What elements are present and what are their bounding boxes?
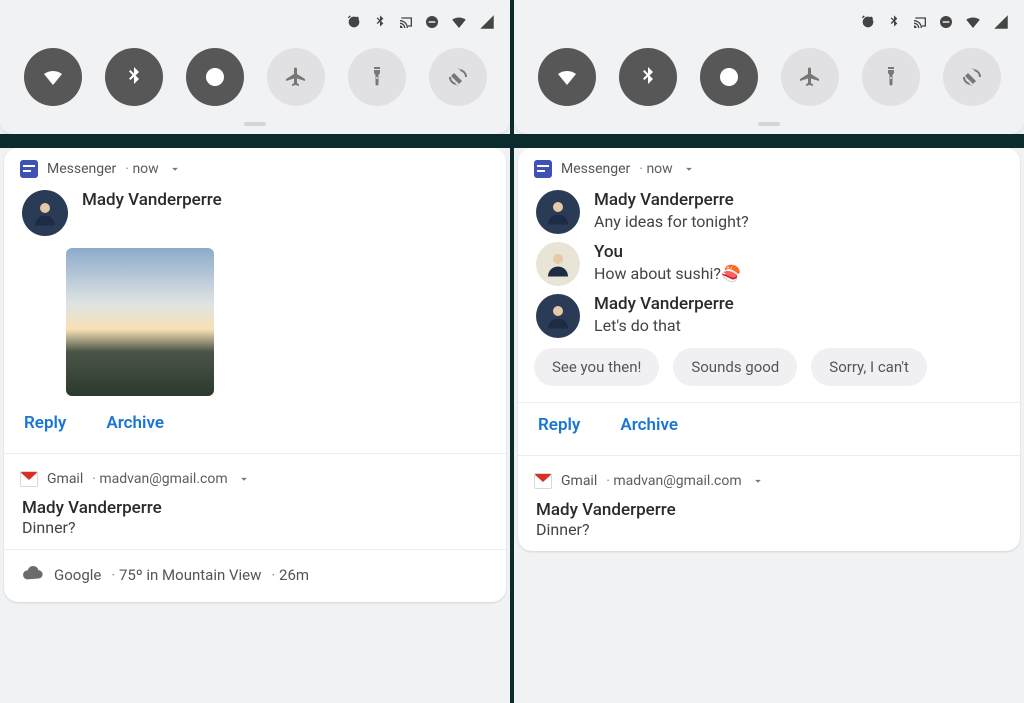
sender-name: You — [594, 242, 741, 262]
chevron-down-icon[interactable] — [751, 474, 765, 488]
quick-settings-tiles — [0, 42, 510, 120]
smart-reply-row: See you then! Sounds good Sorry, I can't — [518, 342, 1020, 396]
sender-name: Mady Vanderperre — [594, 294, 734, 314]
messenger-app-icon — [534, 160, 552, 178]
quick-settings-shade — [0, 0, 510, 134]
message-text: Any ideas for tonight? — [594, 212, 749, 231]
bluetooth-icon — [886, 14, 902, 34]
qs-flashlight-tile[interactable] — [348, 48, 406, 106]
qs-bluetooth-tile[interactable] — [619, 48, 677, 106]
email-sender: Mady Vanderperre — [518, 498, 1020, 520]
app-name: Google — [54, 566, 101, 584]
reply-button[interactable]: Reply — [538, 415, 580, 435]
qs-dnd-tile[interactable] — [186, 48, 244, 106]
notification-header[interactable]: Messenger now — [4, 148, 506, 186]
archive-button[interactable]: Archive — [620, 415, 678, 435]
messenger-notification[interactable]: Messenger now Mady Vanderperre Reply Arc… — [4, 148, 506, 602]
message-row: Mady Vanderperre — [4, 186, 506, 240]
archive-button[interactable]: Archive — [106, 413, 164, 433]
left-pane: Messenger now Mady Vanderperre Reply Arc… — [0, 0, 510, 703]
cellular-icon — [992, 13, 1010, 35]
quick-settings-shade — [514, 0, 1024, 134]
qs-airplane-tile[interactable] — [267, 48, 325, 106]
app-name: Gmail — [47, 471, 83, 487]
smart-reply-chip[interactable]: See you then! — [534, 348, 659, 386]
cloud-icon — [22, 562, 44, 588]
cast-icon — [398, 14, 414, 34]
email-subject: Dinner? — [4, 518, 506, 549]
gmail-app-icon — [534, 472, 552, 490]
email-subject: Dinner? — [518, 520, 1020, 551]
notification-header[interactable]: Messenger now — [518, 148, 1020, 186]
smart-reply-chip[interactable]: Sorry, I can't — [811, 348, 927, 386]
messenger-notification[interactable]: Messenger now Mady Vanderperre Any ideas… — [518, 148, 1020, 551]
message-text: Let's do that — [594, 316, 734, 335]
qs-autorotate-tile[interactable] — [429, 48, 487, 106]
cast-icon — [912, 14, 928, 34]
chevron-down-icon[interactable] — [682, 162, 696, 176]
divider — [4, 453, 506, 454]
chevron-down-icon[interactable] — [237, 472, 251, 486]
dnd-icon — [424, 14, 440, 34]
sender-avatar — [536, 190, 580, 234]
shade-drag-handle[interactable] — [758, 122, 780, 126]
thread-message: Mady Vanderperre Any ideas for tonight? — [518, 186, 1020, 238]
app-name: Messenger — [561, 161, 630, 177]
shade-drag-handle[interactable] — [244, 122, 266, 126]
google-summary-row[interactable]: Google 75º in Mountain View 26m — [4, 549, 506, 602]
dnd-icon — [938, 14, 954, 34]
quick-settings-tiles — [514, 42, 1024, 120]
gmail-app-icon — [20, 470, 38, 488]
alarm-icon — [860, 14, 876, 34]
status-bar — [514, 6, 1024, 42]
notification-actions: Reply Archive — [518, 402, 1020, 451]
timestamp: now — [125, 161, 158, 177]
weather-summary: 75º in Mountain View — [111, 566, 261, 584]
sender-name: Mady Vanderperre — [82, 190, 222, 210]
right-pane: Messenger now Mady Vanderperre Any ideas… — [514, 0, 1024, 703]
gmail-header[interactable]: Gmail madvan@gmail.com — [4, 458, 506, 496]
message-text: How about sushi?🍣 — [594, 264, 741, 283]
email-sender: Mady Vanderperre — [4, 496, 506, 518]
message-image-attachment[interactable] — [66, 248, 214, 396]
thread-message: Mady Vanderperre Let's do that — [518, 290, 1020, 342]
sender-name: Mady Vanderperre — [594, 190, 749, 210]
wifi-icon — [450, 13, 468, 35]
qs-bluetooth-tile[interactable] — [105, 48, 163, 106]
thread-message: You How about sushi?🍣 — [518, 238, 1020, 290]
age-label: 26m — [271, 566, 309, 584]
wallpaper-gap — [0, 134, 510, 148]
qs-flashlight-tile[interactable] — [862, 48, 920, 106]
reply-button[interactable]: Reply — [24, 413, 66, 433]
sender-avatar — [22, 190, 68, 236]
wifi-icon — [964, 13, 982, 35]
smart-reply-chip[interactable]: Sounds good — [673, 348, 797, 386]
qs-wifi-tile[interactable] — [538, 48, 596, 106]
cellular-icon — [478, 13, 496, 35]
qs-airplane-tile[interactable] — [781, 48, 839, 106]
messenger-app-icon — [20, 160, 38, 178]
qs-dnd-tile[interactable] — [700, 48, 758, 106]
alarm-icon — [346, 14, 362, 34]
bluetooth-icon — [372, 14, 388, 34]
divider — [518, 455, 1020, 456]
timestamp: now — [639, 161, 672, 177]
gmail-header[interactable]: Gmail madvan@gmail.com — [518, 460, 1020, 498]
qs-autorotate-tile[interactable] — [943, 48, 1001, 106]
sender-avatar — [536, 294, 580, 338]
chevron-down-icon[interactable] — [168, 162, 182, 176]
qs-wifi-tile[interactable] — [24, 48, 82, 106]
self-avatar — [536, 242, 580, 286]
app-name: Messenger — [47, 161, 116, 177]
notification-actions: Reply Archive — [4, 400, 506, 449]
account-label: madvan@gmail.com — [92, 471, 227, 487]
wallpaper-gap — [514, 134, 1024, 148]
account-label: madvan@gmail.com — [606, 473, 741, 489]
status-bar — [0, 6, 510, 42]
app-name: Gmail — [561, 473, 597, 489]
